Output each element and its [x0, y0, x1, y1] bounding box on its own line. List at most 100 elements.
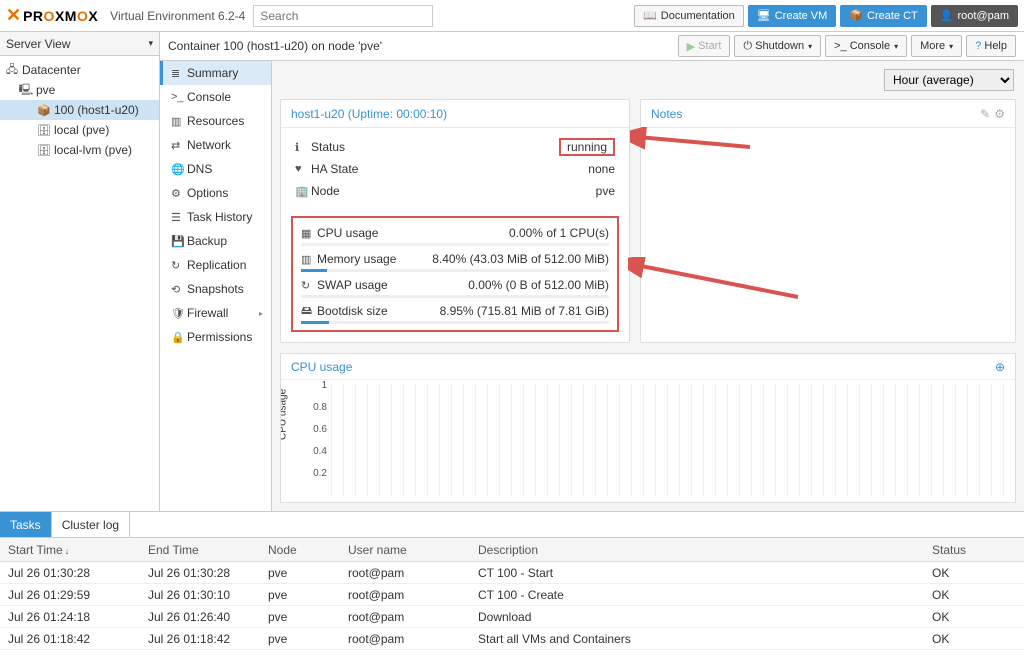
- database-icon: 🗄: [36, 124, 52, 137]
- info-icon: ℹ: [295, 141, 311, 154]
- save-icon: 💾: [171, 235, 187, 248]
- col-starttime[interactable]: Start Time↓: [0, 543, 140, 557]
- chevron-down-icon: ▾: [148, 38, 153, 49]
- chevron-right-icon: ▸: [259, 309, 263, 318]
- chevron-down-icon: ▾: [894, 42, 898, 51]
- sidemenu-firewall[interactable]: 🛡Firewall▸: [160, 301, 271, 325]
- tab-clusterlog[interactable]: Cluster log: [52, 512, 130, 537]
- create-ct-button[interactable]: 📦Create CT: [840, 5, 926, 27]
- chevron-down-icon: ▾: [949, 42, 953, 51]
- server-icon: 🖧: [4, 61, 20, 80]
- hdd-icon: 🖴: [301, 302, 317, 321]
- edit-icon[interactable]: ✎: [980, 107, 990, 121]
- content-toolbar: Container 100 (host1-u20) on node 'pve' …: [160, 32, 1024, 61]
- cpu-icon: ▦: [301, 227, 317, 240]
- building-icon: 🖳: [18, 81, 34, 100]
- shutdown-button[interactable]: ⏻ Shutdown▾: [734, 35, 821, 57]
- sidemenu-network[interactable]: ⇄Network: [160, 133, 271, 157]
- sidemenu-snapshots[interactable]: ⟲Snapshots: [160, 277, 271, 301]
- search-input[interactable]: [253, 5, 433, 27]
- summary-card-title: host1-u20 (Uptime: 00:00:10): [291, 107, 447, 121]
- refresh-icon: ↻: [171, 259, 187, 272]
- task-row[interactable]: Jul 26 01:24:18Jul 26 01:26:40pveroot@pa…: [0, 606, 1024, 628]
- sidemenu-resources[interactable]: ▥Resources: [160, 109, 271, 133]
- content-title: Container 100 (host1-u20) on node 'pve': [168, 39, 674, 53]
- desktop-icon: 🖥: [757, 9, 771, 22]
- gear-icon[interactable]: ⚙: [994, 107, 1005, 121]
- tree-container-100[interactable]: 📦100 (host1-u20): [0, 100, 159, 120]
- task-row[interactable]: Jul 26 01:29:59Jul 26 01:30:10pveroot@pa…: [0, 584, 1024, 606]
- user-icon: 👤: [940, 9, 954, 22]
- tree-datacenter[interactable]: 🖧Datacenter: [0, 60, 159, 80]
- search-box[interactable]: [253, 5, 433, 27]
- heart-icon: ♥: [295, 163, 311, 175]
- col-user[interactable]: User name: [340, 543, 470, 557]
- console-button[interactable]: >_ Console▾: [825, 35, 907, 57]
- sidemenu-taskhistory[interactable]: ☰Task History: [160, 205, 271, 229]
- sidemenu-options[interactable]: ⚙Options: [160, 181, 271, 205]
- lock-icon: 🔒: [171, 331, 187, 344]
- time-range-select[interactable]: Hour (average): [884, 69, 1014, 91]
- chart-grid: [331, 384, 1005, 496]
- logo-text: PROXMOX: [23, 8, 98, 24]
- chevron-down-icon: ▾: [808, 42, 812, 51]
- boot-value: 8.95% (715.81 MiB of 7.81 GiB): [417, 304, 609, 318]
- cube-icon: 📦: [36, 104, 52, 117]
- col-endtime[interactable]: End Time: [140, 543, 260, 557]
- notes-body[interactable]: [641, 128, 1015, 328]
- tab-tasks[interactable]: Tasks: [0, 512, 52, 537]
- documentation-button[interactable]: 📖Documentation: [634, 5, 744, 27]
- logo: ✕ PROXMOX: [6, 5, 98, 26]
- mem-value: 8.40% (43.03 MiB of 512.00 MiB): [417, 252, 609, 266]
- logo-x-icon: ✕: [6, 5, 21, 26]
- tree-view-selector[interactable]: Server View ▾: [0, 32, 159, 56]
- sidemenu-replication[interactable]: ↻Replication: [160, 253, 271, 277]
- task-row[interactable]: Jul 26 01:18:42Jul 26 01:18:42pveroot@pa…: [0, 628, 1024, 650]
- resource-tree-panel: Server View ▾ 🖧Datacenter 🖳pve 📦100 (hos…: [0, 32, 160, 511]
- tree-node-pve[interactable]: 🖳pve: [0, 80, 159, 100]
- network-icon: ⇄: [171, 139, 187, 152]
- side-menu: ≣Summary >_Console ▥Resources ⇄Network 🌐…: [160, 61, 272, 511]
- cpu-value: 0.00% of 1 CPU(s): [417, 226, 609, 240]
- more-button[interactable]: More▾: [911, 35, 962, 57]
- ha-value: none: [421, 162, 615, 176]
- sort-desc-icon: ↓: [65, 546, 70, 556]
- start-button[interactable]: ▶ Start: [678, 35, 731, 57]
- chart-area: CPU usage 1 0.8 0.6 0.4 0.2: [281, 380, 1015, 500]
- cube-icon: 📦: [849, 9, 863, 22]
- sidemenu-dns[interactable]: 🌐DNS: [160, 157, 271, 181]
- sidemenu-permissions[interactable]: 🔒Permissions: [160, 325, 271, 349]
- task-table-header: Start Time↓ End Time Node User name Desc…: [0, 538, 1024, 562]
- tree-storage-local[interactable]: 🗄local (pve): [0, 120, 159, 140]
- time-range-dropdown[interactable]: Hour (average): [884, 69, 1014, 91]
- memory-icon: ▥: [301, 253, 317, 266]
- summary-card: host1-u20 (Uptime: 00:00:10) ℹStatusrunn…: [280, 99, 630, 343]
- col-status[interactable]: Status: [924, 543, 1024, 557]
- task-row[interactable]: Jul 26 01:30:28Jul 26 01:30:28pveroot@pa…: [0, 562, 1024, 584]
- help-button[interactable]: ? Help: [966, 35, 1016, 57]
- usage-box: ▦CPU usage0.00% of 1 CPU(s) ▥Memory usag…: [291, 216, 619, 332]
- sidemenu-summary[interactable]: ≣Summary: [160, 61, 271, 85]
- col-node[interactable]: Node: [260, 543, 340, 557]
- book-icon: 📖: [643, 9, 657, 22]
- sidemenu-backup[interactable]: 💾Backup: [160, 229, 271, 253]
- notes-title: Notes: [651, 107, 682, 121]
- refresh-icon: ↻: [301, 279, 317, 292]
- version-label: Virtual Environment 6.2-4: [110, 9, 245, 23]
- building-icon: 🏢: [295, 185, 311, 198]
- tree-storage-locallvm[interactable]: 🗄local-lvm (pve): [0, 140, 159, 160]
- memory-icon: ▥: [171, 115, 187, 128]
- swap-value: 0.00% (0 B of 512.00 MiB): [417, 278, 609, 292]
- shield-icon: 🛡: [171, 307, 187, 320]
- expand-icon[interactable]: ⊕: [995, 360, 1005, 374]
- sidemenu-console[interactable]: >_Console: [160, 85, 271, 109]
- create-vm-button[interactable]: 🖥Create VM: [748, 5, 837, 27]
- history-icon: ⟲: [171, 283, 187, 296]
- globe-icon: 🌐: [171, 163, 187, 176]
- chart-title: CPU usage: [291, 360, 352, 374]
- col-desc[interactable]: Description: [470, 543, 924, 557]
- cpu-chart-card: CPU usage ⊕ CPU usage 1 0.8 0.6 0.4 0.2: [280, 353, 1016, 503]
- top-header: ✕ PROXMOX Virtual Environment 6.2-4 📖Doc…: [0, 0, 1024, 32]
- notes-card: Notes ✎ ⚙: [640, 99, 1016, 343]
- user-menu-button[interactable]: 👤root@pam: [931, 5, 1018, 27]
